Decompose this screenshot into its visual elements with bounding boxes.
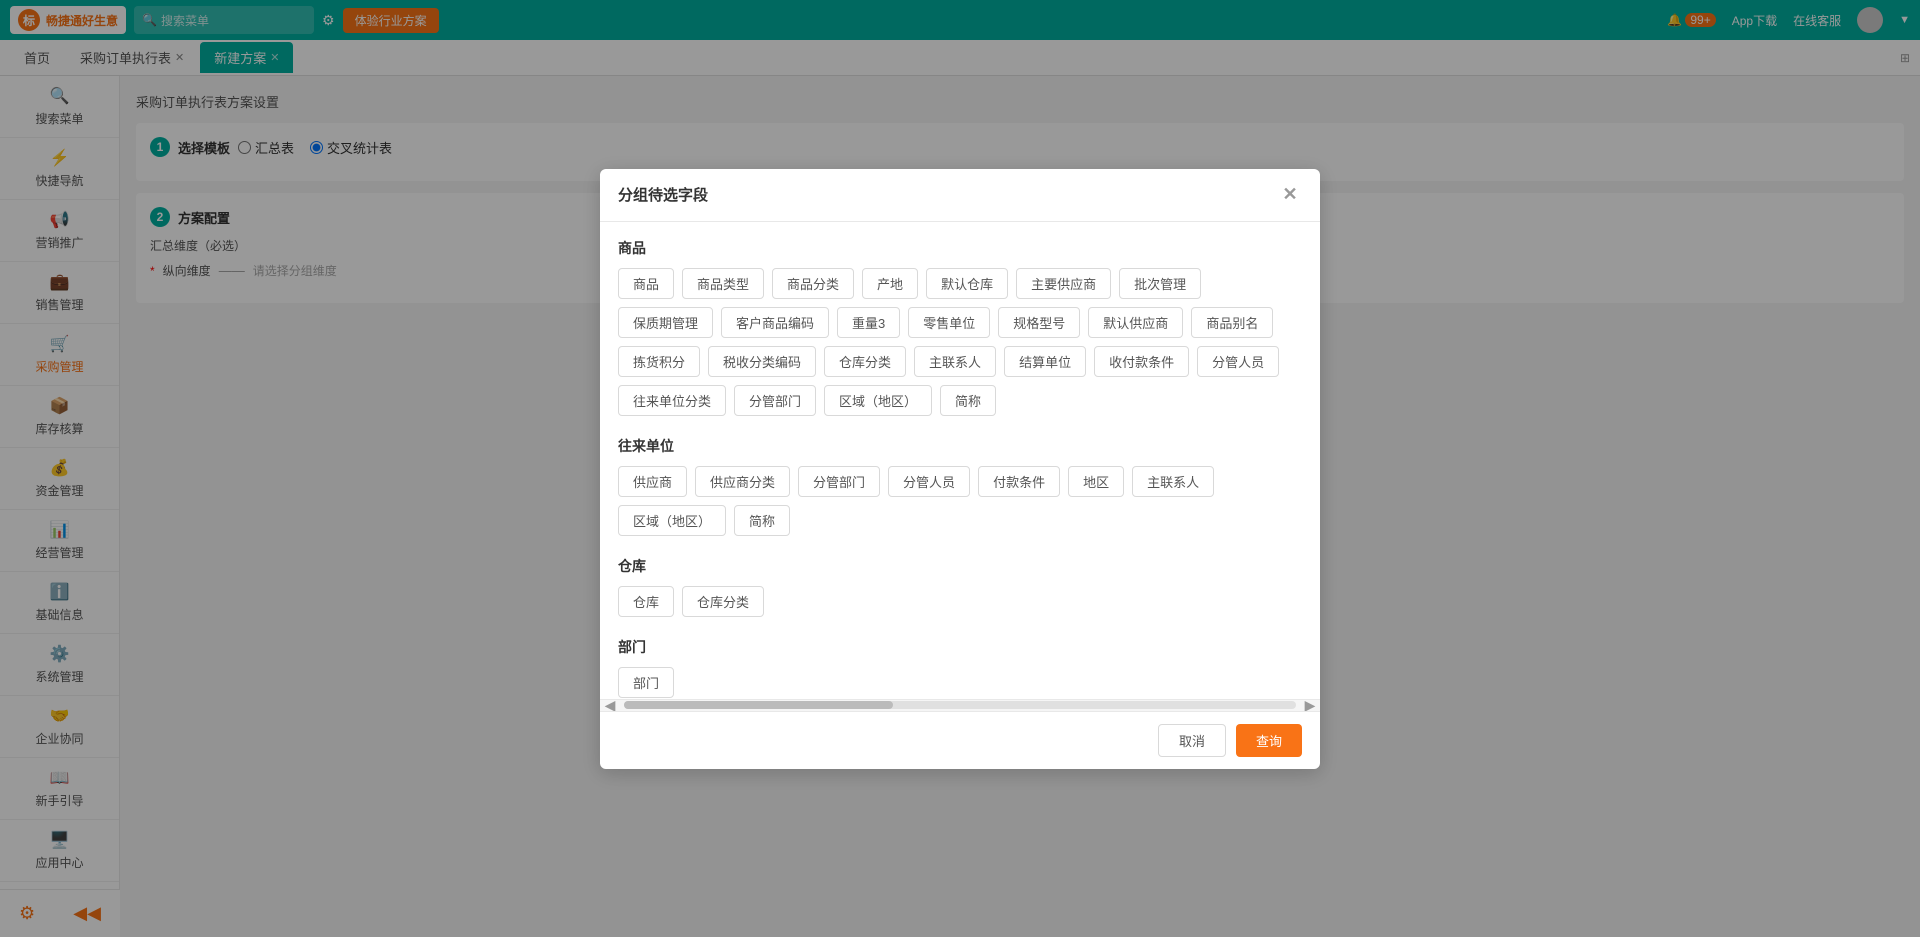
field-tag-goods[interactable]: 商品 [618, 268, 674, 299]
modal-body: 商品 商品 商品类型 商品分类 产地 默认仓库 主要供应商 批次管理 保质期管理… [600, 222, 1320, 699]
field-tag-region-partner[interactable]: 地区 [1068, 466, 1124, 497]
section-goods: 商品 商品 商品类型 商品分类 产地 默认仓库 主要供应商 批次管理 保质期管理… [618, 238, 1302, 416]
field-tag-expiry-mgmt[interactable]: 保质期管理 [618, 307, 713, 338]
scroll-thumb [624, 701, 893, 709]
field-tag-goods-category[interactable]: 商品分类 [772, 268, 854, 299]
field-tag-supervisor2[interactable]: 分管人员 [888, 466, 970, 497]
field-tag-default-warehouse[interactable]: 默认仓库 [926, 268, 1008, 299]
field-tag-payment-terms[interactable]: 收付款条件 [1094, 346, 1189, 377]
field-tag-settlement-unit[interactable]: 结算单位 [1004, 346, 1086, 377]
field-tag-abbr-partner[interactable]: 简称 [734, 505, 790, 536]
section-department: 部门 部门 [618, 637, 1302, 698]
field-tag-customer-code[interactable]: 客户商品编码 [721, 307, 829, 338]
modal-title: 分组待选字段 [618, 184, 708, 205]
field-tag-dept-managed2[interactable]: 分管部门 [798, 466, 880, 497]
field-tag-partner-category[interactable]: 往来单位分类 [618, 385, 726, 416]
field-tag-main-contact2[interactable]: 主联系人 [1132, 466, 1214, 497]
section-goods-title: 商品 [618, 238, 1302, 258]
field-tag-department[interactable]: 部门 [618, 667, 674, 698]
modal-close-button[interactable]: ✕ [1278, 183, 1302, 207]
field-tag-main-supplier[interactable]: 主要供应商 [1016, 268, 1111, 299]
section-department-fields: 部门 [618, 667, 1302, 698]
field-tag-supplier[interactable]: 供应商 [618, 466, 687, 497]
section-partner-fields: 供应商 供应商分类 分管部门 分管人员 付款条件 地区 主联系人 区域（地区） … [618, 466, 1302, 536]
field-tag-warehouse-category[interactable]: 仓库分类 [824, 346, 906, 377]
modal-overlay: 分组待选字段 ✕ 商品 商品 商品类型 商品分类 产地 默认仓库 主要供应商 批… [0, 0, 1920, 937]
field-tag-spec-model[interactable]: 规格型号 [998, 307, 1080, 338]
section-partner-title: 往来单位 [618, 436, 1302, 456]
field-tag-warehouse-cat[interactable]: 仓库分类 [682, 586, 764, 617]
field-select-modal: 分组待选字段 ✕ 商品 商品 商品类型 商品分类 产地 默认仓库 主要供应商 批… [600, 169, 1320, 769]
section-department-title: 部门 [618, 637, 1302, 657]
field-tag-abbr-goods[interactable]: 简称 [940, 385, 996, 416]
field-tag-goods-type[interactable]: 商品类型 [682, 268, 764, 299]
modal-header: 分组待选字段 ✕ [600, 169, 1320, 222]
field-tag-area-partner[interactable]: 区域（地区） [618, 505, 726, 536]
field-tag-weight3[interactable]: 重量3 [837, 307, 900, 338]
field-tag-main-contact[interactable]: 主联系人 [914, 346, 996, 377]
field-tag-supplier-category[interactable]: 供应商分类 [695, 466, 790, 497]
cancel-button[interactable]: 取消 [1158, 724, 1226, 757]
field-tag-warehouse[interactable]: 仓库 [618, 586, 674, 617]
section-goods-fields: 商品 商品类型 商品分类 产地 默认仓库 主要供应商 批次管理 保质期管理 客户… [618, 268, 1302, 416]
field-tag-region-goods[interactable]: 区域（地区） [824, 385, 932, 416]
field-tag-payment-cond[interactable]: 付款条件 [978, 466, 1060, 497]
modal-footer: 取消 查询 [600, 711, 1320, 769]
modal-scroll-bottom[interactable]: ◀ ▶ [600, 699, 1320, 711]
scroll-track[interactable] [624, 701, 1296, 709]
field-tag-default-supplier[interactable]: 默认供应商 [1088, 307, 1183, 338]
field-tag-batch-mgmt[interactable]: 批次管理 [1119, 268, 1201, 299]
confirm-button[interactable]: 查询 [1236, 724, 1302, 757]
section-warehouse-fields: 仓库 仓库分类 [618, 586, 1302, 617]
field-tag-supervisor[interactable]: 分管人员 [1197, 346, 1279, 377]
field-tag-goods-alias[interactable]: 商品别名 [1191, 307, 1273, 338]
field-tag-retail-unit[interactable]: 零售单位 [908, 307, 990, 338]
section-warehouse-title: 仓库 [618, 556, 1302, 576]
field-tag-origin[interactable]: 产地 [862, 268, 918, 299]
section-warehouse: 仓库 仓库 仓库分类 [618, 556, 1302, 617]
field-tag-tax-code[interactable]: 税收分类编码 [708, 346, 816, 377]
field-tag-pick-points[interactable]: 拣货积分 [618, 346, 700, 377]
section-partner: 往来单位 供应商 供应商分类 分管部门 分管人员 付款条件 地区 主联系人 区域… [618, 436, 1302, 536]
field-tag-dept-managed[interactable]: 分管部门 [734, 385, 816, 416]
